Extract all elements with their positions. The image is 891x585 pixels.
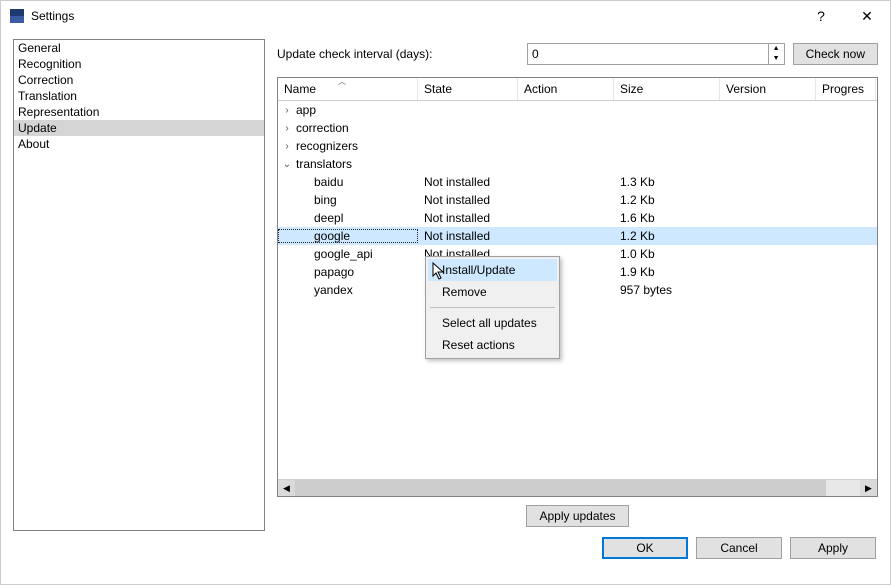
column-name[interactable]: Name︿ (278, 78, 418, 100)
row-state: Not installed (418, 211, 518, 225)
app-icon (9, 8, 25, 24)
sidebar-item-recognition[interactable]: Recognition (14, 56, 264, 72)
group-label: correction (296, 121, 349, 135)
menu-remove[interactable]: Remove (428, 281, 557, 303)
sidebar-item-representation[interactable]: Representation (14, 104, 264, 120)
tree-row[interactable]: bing Not installed 1.2 Kb (278, 191, 877, 209)
tree-row[interactable]: baidu Not installed 1.3 Kb (278, 173, 877, 191)
check-now-button[interactable]: Check now (793, 43, 878, 65)
tree-row[interactable]: deepl Not installed 1.6 Kb (278, 209, 877, 227)
tree-group[interactable]: ⌄ translators (278, 155, 877, 173)
row-state: Not installed (418, 175, 518, 189)
interval-label: Update check interval (days): (277, 47, 527, 61)
help-button[interactable]: ? (798, 1, 844, 31)
menu-select-all-updates[interactable]: Select all updates (428, 312, 557, 334)
cancel-button[interactable]: Cancel (696, 537, 782, 559)
row-name: deepl (314, 211, 343, 225)
tree-row[interactable]: google_apiNot installed1.0 Kb (278, 245, 877, 263)
close-button[interactable]: ✕ (844, 1, 890, 31)
column-size[interactable]: Size (614, 78, 720, 100)
sidebar-item-general[interactable]: General (14, 40, 264, 56)
tree-group[interactable]: › correction (278, 119, 877, 137)
row-state: Not installed (418, 193, 518, 207)
tree-row[interactable]: papagoNot installed1.9 Kb (278, 263, 877, 281)
expand-icon[interactable]: › (282, 123, 292, 134)
titlebar: Settings ? ✕ (1, 1, 890, 31)
row-name: google_api (314, 247, 373, 261)
scroll-left-icon[interactable]: ◀ (278, 480, 295, 497)
column-version[interactable]: Version (720, 78, 816, 100)
group-label: recognizers (296, 139, 358, 153)
expand-icon[interactable]: ⌄ (282, 159, 292, 170)
column-state[interactable]: State (418, 78, 518, 100)
category-sidebar: General Recognition Correction Translati… (13, 39, 265, 531)
row-name: google (314, 229, 350, 243)
tree-group[interactable]: › recognizers (278, 137, 877, 155)
apply-updates-button[interactable]: Apply updates (526, 505, 628, 527)
row-size: 1.0 Kb (614, 247, 720, 261)
tree-row[interactable]: yandexNot installed957 bytes (278, 281, 877, 299)
menu-install-update[interactable]: Install/Update (428, 259, 557, 281)
ok-button[interactable]: OK (602, 537, 688, 559)
scroll-right-icon[interactable]: ▶ (860, 480, 877, 497)
sort-indicator-icon: ︿ (338, 77, 346, 87)
row-name: baidu (314, 175, 343, 189)
spin-down-icon[interactable]: ▼ (769, 54, 784, 64)
sidebar-item-update[interactable]: Update (14, 120, 264, 136)
row-size: 957 bytes (614, 283, 720, 297)
row-size: 1.6 Kb (614, 211, 720, 225)
row-size: 1.9 Kb (614, 265, 720, 279)
dialog-footer: OK Cancel Apply (1, 531, 890, 569)
expand-icon[interactable]: › (282, 141, 292, 152)
tree-group[interactable]: › app (278, 101, 877, 119)
horizontal-scrollbar[interactable]: ◀ ▶ (278, 479, 877, 496)
context-menu: Install/Update Remove Select all updates… (425, 256, 560, 359)
spin-up-icon[interactable]: ▲ (769, 44, 784, 54)
menu-separator (430, 307, 555, 308)
group-label: translators (296, 157, 352, 171)
scroll-thumb[interactable] (295, 480, 826, 497)
column-action[interactable]: Action (518, 78, 614, 100)
interval-spinbox[interactable]: ▲ ▼ (527, 43, 785, 65)
row-name: yandex (314, 283, 353, 297)
sidebar-item-correction[interactable]: Correction (14, 72, 264, 88)
row-state: Not installed (418, 229, 518, 243)
window-title: Settings (31, 9, 74, 23)
expand-icon[interactable]: › (282, 105, 292, 116)
row-size: 1.3 Kb (614, 175, 720, 189)
column-progress[interactable]: Progres (816, 78, 876, 100)
row-name: bing (314, 193, 337, 207)
sidebar-item-translation[interactable]: Translation (14, 88, 264, 104)
group-label: app (296, 103, 316, 117)
apply-button[interactable]: Apply (790, 537, 876, 559)
row-size: 1.2 Kb (614, 229, 720, 243)
tree-header: Name︿ State Action Size Version Progres (278, 78, 877, 101)
tree-row[interactable]: google Not installed 1.2 Kb (278, 227, 877, 245)
row-size: 1.2 Kb (614, 193, 720, 207)
row-name: papago (314, 265, 354, 279)
sidebar-item-about[interactable]: About (14, 136, 264, 152)
menu-reset-actions[interactable]: Reset actions (428, 334, 557, 356)
interval-input[interactable] (528, 44, 768, 64)
update-tree: Name︿ State Action Size Version Progres … (277, 77, 878, 497)
